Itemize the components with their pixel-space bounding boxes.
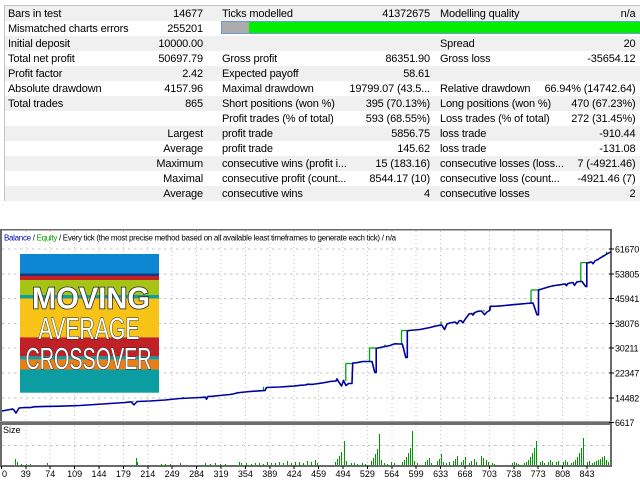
svg-text:0: 0 [2,469,7,479]
svg-text:529: 529 [360,469,375,479]
svg-text:738: 738 [506,469,521,479]
svg-text:38076: 38076 [615,319,639,329]
svg-text:773: 773 [531,469,546,479]
svg-text:144: 144 [91,469,106,479]
svg-text:61670: 61670 [615,245,639,255]
svg-text:494: 494 [335,469,350,479]
svg-text:6617: 6617 [615,418,634,428]
svg-text:459: 459 [311,469,326,479]
svg-text:22347: 22347 [615,369,639,379]
svg-text:354: 354 [238,469,253,479]
svg-text:319: 319 [213,469,228,479]
svg-text:843: 843 [579,469,594,479]
svg-text:179: 179 [116,469,131,479]
svg-text:14482: 14482 [615,393,639,403]
svg-text:703: 703 [482,469,497,479]
svg-text:39: 39 [21,469,31,479]
svg-text:564: 564 [384,469,399,479]
svg-text:599: 599 [409,469,424,479]
svg-text:214: 214 [140,469,155,479]
svg-text:668: 668 [457,469,472,479]
svg-text:424: 424 [287,469,302,479]
svg-text:109: 109 [67,469,82,479]
svg-text:CROSSOVER: CROSSOVER [26,341,152,376]
svg-text:30211: 30211 [615,344,639,354]
svg-text:633: 633 [433,469,448,479]
svg-text:Balance / Equity / Every tick: Balance / Equity / Every tick (the most … [4,234,397,243]
svg-text:53805: 53805 [615,269,639,279]
svg-text:808: 808 [555,469,570,479]
svg-text:Size: Size [3,425,21,435]
svg-text:45941: 45941 [615,294,639,304]
svg-text:74: 74 [45,469,55,479]
svg-text:284: 284 [189,469,204,479]
svg-text:249: 249 [165,469,180,479]
svg-text:389: 389 [262,469,277,479]
